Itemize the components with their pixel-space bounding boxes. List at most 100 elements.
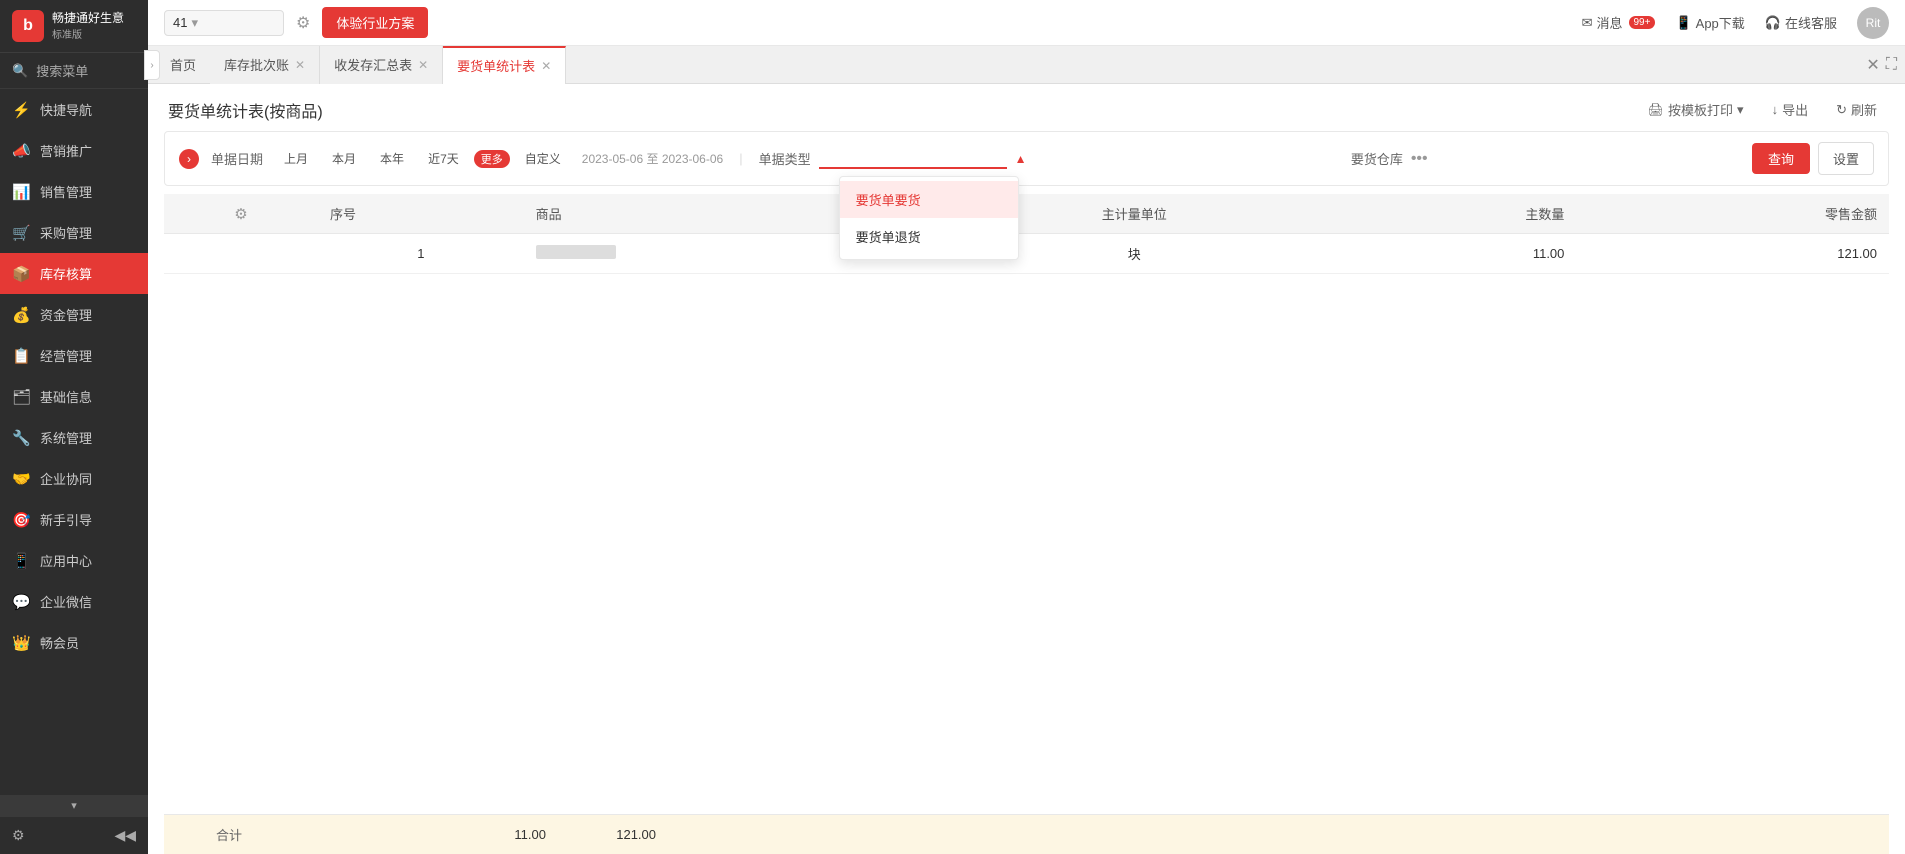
operations-icon: 📋 — [12, 347, 30, 365]
topbar-app-download[interactable]: 📱 App下载 — [1675, 13, 1744, 32]
tab-close-inventory-batch[interactable]: ✕ — [295, 59, 305, 71]
refresh-label: 刷新 — [1851, 100, 1877, 119]
sidebar-item-enterprise-coop[interactable]: 🤝 企业协同 — [0, 458, 148, 499]
footer-values: 11.00 121.00 — [376, 827, 676, 842]
sidebar-item-label-member: 畅会员 — [40, 633, 136, 652]
inventory-icon: 📦 — [12, 265, 30, 283]
sidebar-item-basic-info[interactable]: 🗂 基础信息 — [0, 376, 148, 417]
search-icon: 🔍 — [12, 63, 28, 79]
export-label: 导出 — [1782, 100, 1808, 119]
filter-bar: › 单据日期 上月 本月 本年 近7天 更多 自定义 2023-05-06 至 … — [164, 131, 1889, 186]
sidebar-item-label-finance: 资金管理 — [40, 305, 136, 324]
topbar-avatar[interactable]: Rit — [1857, 7, 1889, 39]
export-btn[interactable]: ↓ 导出 — [1764, 96, 1817, 123]
tab-inventory-batch[interactable]: 库存批次账 ✕ — [210, 46, 320, 84]
app-name: 畅捷通好生意 — [52, 11, 124, 27]
warehouse-more-btn[interactable]: ••• — [1411, 150, 1428, 168]
date-btn-this-month[interactable]: 本月 — [323, 147, 365, 170]
query-btn[interactable]: 查询 — [1752, 143, 1810, 174]
col-index: 序号 — [318, 194, 524, 234]
avatar-text: Rit — [1866, 16, 1881, 30]
sidebar-search-label: 搜索菜单 — [36, 61, 88, 80]
sidebar-item-finance[interactable]: 💰 资金管理 — [0, 294, 148, 335]
sidebar-item-newbie[interactable]: 🎯 新手引导 — [0, 499, 148, 540]
print-arrow-icon: ▾ — [1737, 102, 1744, 118]
tabs-fullscreen-btn[interactable]: ⛶ — [1886, 56, 1897, 74]
app-logo-icon: b — [12, 10, 44, 42]
topbar-message[interactable]: ✉ 消息 99+ — [1582, 13, 1656, 32]
date-btn-last-month[interactable]: 上月 — [275, 147, 317, 170]
sidebar-search[interactable]: 🔍 搜索菜单 — [0, 53, 148, 89]
filter-row: › 单据日期 上月 本月 本年 近7天 更多 自定义 2023-05-06 至 … — [179, 142, 1874, 175]
marketing-icon: 📣 — [12, 142, 30, 160]
tab-close-order-stats[interactable]: ✕ — [541, 60, 551, 72]
col-qty: 主数量 — [1317, 194, 1576, 234]
tab-close-collection-summary[interactable]: ✕ — [418, 59, 428, 71]
filter-settings-btn[interactable]: 设置 — [1818, 142, 1874, 175]
member-icon: 👑 — [12, 634, 30, 652]
topbar-gear-icon[interactable]: ⚙ — [296, 13, 310, 33]
date-range-display: 2023-05-06 至 2023-06-06 — [582, 150, 723, 167]
sidebar-scroll-down[interactable]: ▾ — [0, 795, 148, 816]
app-download-icon: 📱 — [1675, 15, 1691, 31]
sidebar-item-purchase[interactable]: 🛒 采购管理 — [0, 212, 148, 253]
topbar-number-input-wrap[interactable]: 41 ▾ — [164, 10, 284, 36]
topbar: 41 ▾ ⚙ 体验行业方案 ✉ 消息 99+ 📱 App下载 🎧 在线客服 Ri… — [148, 0, 1905, 46]
print-template-btn[interactable]: 🖨 按模板打印 ▾ — [1640, 96, 1752, 123]
sidebar-item-system[interactable]: 🔧 系统管理 — [0, 417, 148, 458]
basic-info-icon: 🗂 — [12, 388, 30, 406]
col-settings[interactable]: ⚙ — [164, 194, 318, 234]
date-btn-this-year[interactable]: 本年 — [371, 147, 413, 170]
enterprise-wechat-icon: 💬 — [12, 593, 30, 611]
sidebar-item-marketing[interactable]: 📣 营销推广 — [0, 130, 148, 171]
sidebar-item-sales[interactable]: 📊 销售管理 — [0, 171, 148, 212]
topbar-online-service[interactable]: 🎧 在线客服 — [1765, 13, 1837, 32]
sidebar-item-label-quick-nav: 快捷导航 — [40, 100, 136, 119]
sidebar-toggle[interactable]: › — [144, 50, 160, 80]
table-row: 1 块 11.00 121.00 — [164, 234, 1889, 274]
sidebar-item-enterprise-wechat[interactable]: 💬 企业微信 — [0, 581, 148, 622]
table-container: ⚙ 序号 商品 主计量单位 主数量 零售金额 1 — [164, 194, 1889, 814]
sidebar-item-member[interactable]: 👑 畅会员 — [0, 622, 148, 663]
sidebar-footer: ⚙ ◀◀ — [0, 816, 148, 854]
cell-amount: 121.00 — [1576, 234, 1889, 274]
footer-settings-icon[interactable]: ⚙ — [12, 827, 25, 844]
refresh-btn[interactable]: ↻ 刷新 — [1828, 96, 1885, 123]
type-filter-arrow[interactable]: ▲ — [1015, 152, 1027, 166]
tabs-bar-right: ✕ ⛶ — [1866, 55, 1897, 75]
type-dropdown-menu: 要货单要货 要货单退货 — [839, 176, 1019, 260]
sidebar-nav: ⚡ 快捷导航 📣 营销推广 📊 销售管理 🛒 采购管理 📦 库存核算 💰 资金管… — [0, 89, 148, 795]
tabs-close-all-btn[interactable]: ✕ — [1866, 55, 1879, 75]
enterprise-coop-icon: 🤝 — [12, 470, 30, 488]
dropdown-item-yh-order[interactable]: 要货单要货 — [840, 181, 1018, 218]
sidebar-item-app-center[interactable]: 📱 应用中心 — [0, 540, 148, 581]
topbar-dropdown-arrow[interactable]: ▾ — [191, 15, 198, 31]
refresh-icon: ↻ — [1836, 102, 1847, 118]
filter-expand-btn[interactable]: › — [179, 149, 199, 169]
date-buttons: 上月 本月 本年 近7天 更多 自定义 — [275, 147, 570, 170]
type-filter-input[interactable] — [819, 148, 1007, 169]
filter-actions: 查询 设置 — [1752, 142, 1874, 175]
page-header-actions: 🖨 按模板打印 ▾ ↓ 导出 ↻ 刷新 — [1640, 96, 1886, 123]
dropdown-item-yh-return[interactable]: 要货单退货 — [840, 218, 1018, 255]
sidebar: b 畅捷通好生意 标准版 › 🔍 搜索菜单 ⚡ 快捷导航 📣 营销推广 📊 销售… — [0, 0, 148, 854]
col-amount: 零售金额 — [1576, 194, 1889, 234]
date-more-btn[interactable]: 更多 — [474, 150, 510, 168]
tab-home[interactable]: 首页 — [156, 55, 210, 74]
sidebar-item-operations[interactable]: 📋 经营管理 — [0, 335, 148, 376]
date-btn-last-7-days[interactable]: 近7天 — [419, 147, 468, 170]
sidebar-item-label-marketing: 营销推广 — [40, 141, 136, 160]
sidebar-item-label-operations: 经营管理 — [40, 346, 136, 365]
sidebar-logo[interactable]: b 畅捷通好生意 标准版 — [0, 0, 148, 53]
tab-order-stats[interactable]: 要货单统计表 ✕ — [443, 46, 566, 84]
sidebar-item-label-enterprise-coop: 企业协同 — [40, 469, 136, 488]
topbar-right: ✉ 消息 99+ 📱 App下载 🎧 在线客服 Rit — [1582, 7, 1889, 39]
date-custom-btn[interactable]: 自定义 — [516, 147, 570, 170]
sidebar-item-inventory[interactable]: 📦 库存核算 — [0, 253, 148, 294]
footer-collapse-icon[interactable]: ◀◀ — [114, 827, 136, 844]
table-settings-icon[interactable]: ⚙ — [234, 206, 247, 223]
cell-qty: 11.00 — [1317, 234, 1576, 274]
trial-btn[interactable]: 体验行业方案 — [322, 7, 428, 38]
sidebar-item-quick-nav[interactable]: ⚡ 快捷导航 — [0, 89, 148, 130]
tab-collection-summary[interactable]: 收发存汇总表 ✕ — [320, 46, 443, 84]
